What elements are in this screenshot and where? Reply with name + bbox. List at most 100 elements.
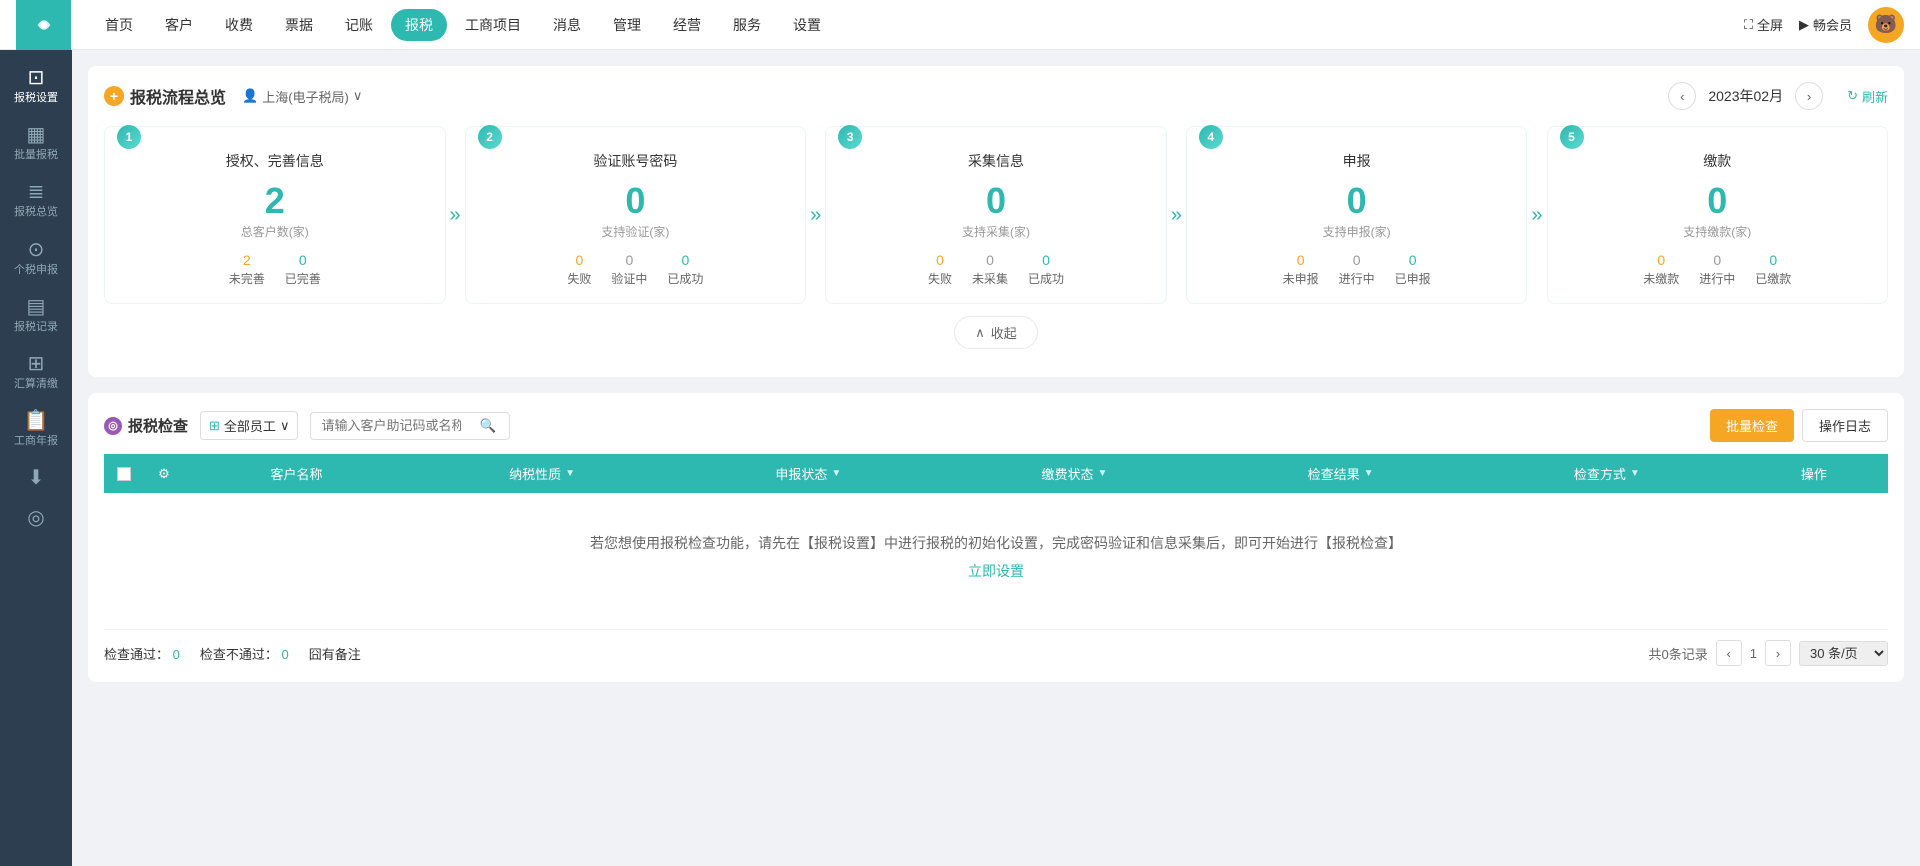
refresh-btn[interactable]: ↻ 刷新 [1847,87,1888,106]
setup-link[interactable]: 立即设置 [124,561,1868,581]
th-customer-name: 客户名称 [184,454,409,493]
th-tax-nature: 纳税性质▼ [409,454,675,493]
step-num-3: 3 [838,125,862,149]
date-navigation: ‹ 2023年02月 › [1668,82,1823,110]
avatar[interactable]: 🐻 [1868,7,1904,43]
stat-label-1-1: 已完善 [285,270,321,287]
check-footer: 检查通过： 0 检查不通过： 0 囧有备注 共0条记录 ‹ 1 › 30 条/页 [104,629,1888,666]
member-btn[interactable]: ▶ 畅会员 [1799,15,1852,34]
employee-select[interactable]: ⊞ 全部员工 ∨ [200,411,298,440]
search-input[interactable] [311,413,471,438]
nav-tax[interactable]: 报税 [391,9,447,41]
step-num-2: 2 [478,125,502,149]
settings2-icon: ◎ [27,508,44,528]
collapse-icon: ∧ [975,325,985,341]
step-title-1: 授权、完善信息 [117,151,433,171]
step-count-2: 0 [478,183,794,219]
step-stat-3-1: 0 未采集 [972,252,1008,287]
sidebar-item-download[interactable]: ⬇ [0,458,72,498]
th-operation: 操作 [1740,454,1888,493]
sidebar-label-tax-overview: 报税总览 [14,206,58,219]
tax-overview-icon: ≣ [28,182,45,202]
stat-label-4-2: 已申报 [1395,270,1431,287]
nav-home[interactable]: 首页 [91,9,147,41]
sidebar-item-individual-tax[interactable]: ⊙ 个税申报 [0,230,72,287]
filter-icon-1[interactable]: ▼ [565,468,575,479]
prev-month-btn[interactable]: ‹ [1668,82,1696,110]
step-sub-3: 支持采集(家) [838,223,1154,240]
filter-icon-5[interactable]: ▼ [1630,468,1640,479]
per-page-select[interactable]: 30 条/页 50 条/页 100 条/页 [1799,641,1888,666]
step-num-5: 5 [1560,125,1584,149]
nav-invoice[interactable]: 票据 [271,9,327,41]
step-stat-1-0: 2 未完善 [229,252,265,287]
filter-icon-4[interactable]: ▼ [1364,468,1374,479]
individual-tax-icon: ⊙ [28,240,45,260]
sidebar-item-annual-settlement[interactable]: ⊞ 汇算清缴 [0,344,72,401]
stat-num-4-2: 0 [1409,252,1417,268]
search-button[interactable]: 🔍 [471,413,504,439]
step-count-5: 0 [1560,183,1876,219]
search-box: 🔍 [310,412,510,440]
current-page: 1 [1750,646,1757,661]
step-arrow-1: » [446,126,465,304]
operation-log-btn[interactable]: 操作日志 [1802,409,1888,442]
sidebar-item-batch-tax[interactable]: ▦ 批量报税 [0,115,72,172]
fail-count-link[interactable]: 0 [282,647,289,662]
settings-icon[interactable]: ⚙ [158,466,170,481]
step-stats-4: 0 未申报 0 进行中 0 已申报 [1199,252,1515,287]
download-icon: ⬇ [28,468,45,488]
th-checkbox [104,454,144,493]
stat-num-2-0: 0 [575,252,583,268]
collapse-btn[interactable]: ∧ 收起 [954,316,1038,349]
stat-label-3-1: 未采集 [972,270,1008,287]
nav-settings[interactable]: 设置 [779,9,835,41]
th-settings: ⚙ [144,454,184,493]
sidebar-item-tax-records[interactable]: ▤ 报税记录 [0,287,72,344]
step-sub-2: 支持验证(家) [478,223,794,240]
stat-label-5-2: 已缴款 [1755,270,1791,287]
nav-management[interactable]: 管理 [599,9,655,41]
prev-page-btn[interactable]: ‹ [1716,640,1742,666]
footer-pass-stat: 检查通过： 0 [104,644,180,663]
batch-tax-icon: ▦ [27,125,46,145]
filter-icon-3[interactable]: ▼ [1098,468,1108,479]
batch-check-btn[interactable]: 批量检查 [1710,409,1794,442]
stat-label-2-1: 验证中 [611,270,647,287]
fullscreen-btn[interactable]: ⛶ 全屏 [1744,15,1783,34]
stat-num-1-1: 0 [299,252,307,268]
nav-service[interactable]: 服务 [719,9,775,41]
next-page-btn[interactable]: › [1765,640,1791,666]
step-sub-1: 总客户数(家) [117,223,433,240]
sidebar-item-tax-overview[interactable]: ≣ 报税总览 [0,172,72,229]
step-title-3: 采集信息 [838,151,1154,171]
nav-operations[interactable]: 经营 [659,9,715,41]
th-check-result: 检查结果▼ [1208,454,1474,493]
sidebar-item-annual-report[interactable]: 📋 工商年报 [0,401,72,458]
nav-accounting[interactable]: 记账 [331,9,387,41]
fullscreen-icon: ⛶ [1744,17,1753,33]
sidebar-label-individual-tax: 个税申报 [14,264,58,277]
nav-customer[interactable]: 客户 [151,9,207,41]
step-title-4: 申报 [1199,151,1515,171]
step-card-2: 2 验证账号密码 0 支持验证(家) 0 失败 0 验证中 [465,126,807,304]
step-stat-2-0: 0 失败 [567,252,591,287]
tax-settings-icon: ⊡ [28,68,45,88]
sidebar: ⊡ 报税设置 ▦ 批量报税 ≣ 报税总览 ⊙ 个税申报 ▤ 报税记录 ⊞ 汇算清… [0,50,72,866]
footer-fail-stat: 检查不通过： 0 [200,644,289,663]
step-stat-2-2: 0 已成功 [667,252,703,287]
nav-messages[interactable]: 消息 [539,9,595,41]
select-all-checkbox[interactable] [117,467,131,481]
next-month-btn[interactable]: › [1795,82,1823,110]
pass-count-link[interactable]: 0 [173,647,180,662]
location-badge[interactable]: 👤 上海(电子税局) ∨ [242,87,362,106]
sidebar-item-settings2[interactable]: ◎ [0,498,72,538]
tax-check-card: ◎ 报税检查 ⊞ 全部员工 ∨ 🔍 批量检查 操作日志 [88,393,1904,682]
nav-fee[interactable]: 收费 [211,9,267,41]
sidebar-item-tax-settings[interactable]: ⊡ 报税设置 [0,58,72,115]
filter-icon-2[interactable]: ▼ [831,468,841,479]
step-card-4: 4 申报 0 支持申报(家) 0 未申报 0 进行中 [1186,126,1528,304]
check-header: ◎ 报税检查 ⊞ 全部员工 ∨ 🔍 批量检查 操作日志 [104,409,1888,442]
stat-label-1-0: 未完善 [229,270,265,287]
nav-business[interactable]: 工商项目 [451,9,535,41]
